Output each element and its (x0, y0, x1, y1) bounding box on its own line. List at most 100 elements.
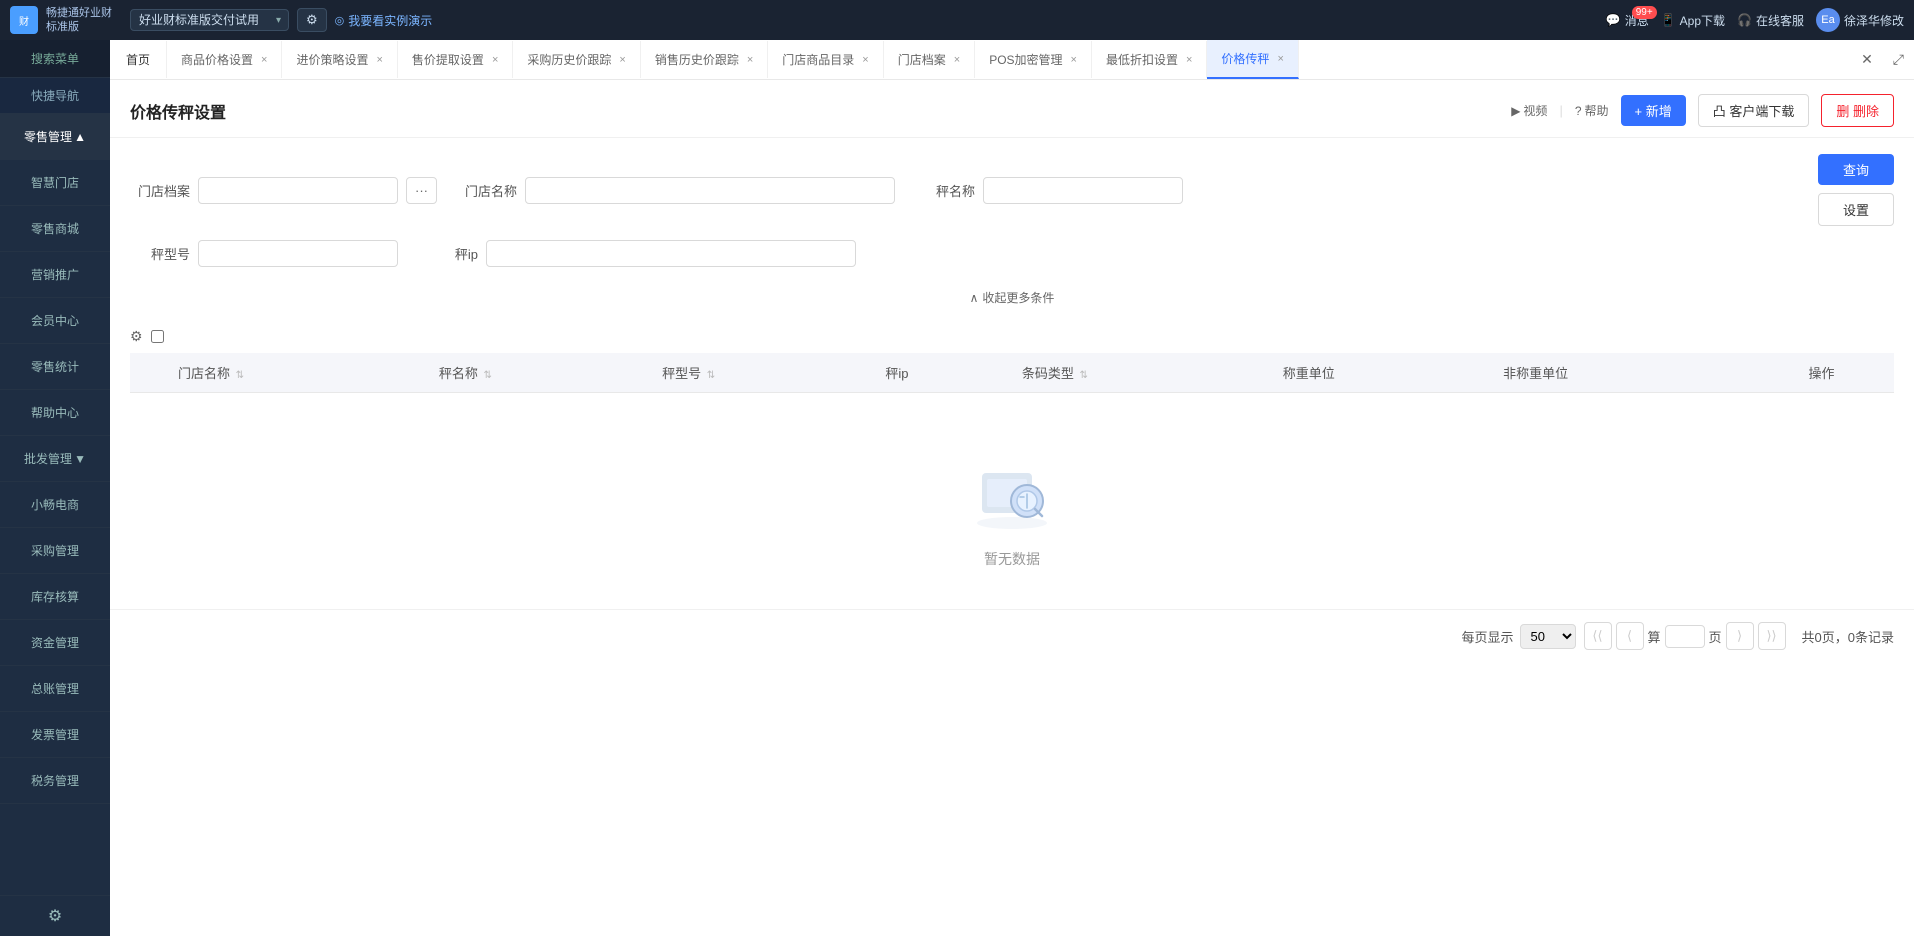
sidebar-item-xiaochangec[interactable]: 小畅电商 (0, 482, 110, 528)
page-total: 共0页，0条记录 (1802, 627, 1894, 646)
store-name-input[interactable] (525, 177, 895, 204)
sort-scale-name-icon[interactable]: ⇅ (484, 370, 492, 381)
tab-close-purchase-history[interactable]: × (619, 54, 625, 66)
sidebar-settings-icon[interactable]: ⚙ (48, 908, 62, 925)
next-page-button[interactable]: ⟩ (1726, 622, 1754, 650)
th-scale-name: 秤名称 ⇅ (427, 353, 650, 393)
sidebar-item-general-ledger[interactable]: 总账管理 (0, 666, 110, 712)
avatar: Ea (1816, 8, 1840, 32)
add-button[interactable]: + 新增 (1621, 95, 1686, 126)
store-file-input[interactable] (198, 177, 398, 204)
tab-purchase-strategy[interactable]: 进价策略设置 × (282, 41, 397, 78)
table-settings-icon[interactable]: ⚙ (130, 328, 143, 345)
tab-price-transfer[interactable]: 价格传秤 × (1207, 40, 1298, 79)
version-select-wrapper[interactable]: 好业财标准版交付试用 ▾ (130, 9, 289, 31)
tab-sale-extract[interactable]: 售价提取设置 × (398, 41, 513, 78)
tab-store-file[interactable]: 门店档案 × (884, 41, 975, 78)
tab-bar-actions: ✕ ⤢ (1851, 41, 1914, 78)
scale-model-label: 秤型号 (130, 244, 190, 263)
sort-store-name-icon[interactable]: ⇅ (236, 370, 244, 381)
tab-close-price-transfer[interactable]: × (1277, 53, 1283, 65)
tab-close-min-discount[interactable]: × (1186, 54, 1192, 66)
tab-close-sale-extract[interactable]: × (492, 54, 498, 66)
store-file-label: 门店档案 (130, 181, 190, 200)
tab-close-pos-encrypt[interactable]: × (1071, 54, 1077, 66)
tab-close-store-file[interactable]: × (954, 54, 960, 66)
tab-expand-button[interactable]: ⤢ (1883, 41, 1914, 78)
page-header-actions: ▶ 视频 | ? 帮助 + 新增 凸 客户端下载 删 删除 (1511, 94, 1894, 127)
last-page-button[interactable]: ⟩⟩ (1758, 622, 1786, 650)
per-page: 每页显示 10 20 50 100 (1461, 624, 1575, 649)
scale-model-input[interactable] (198, 240, 398, 267)
filter-scale-ip: 秤ip (418, 240, 856, 267)
prev-page-button[interactable]: ⟨ (1616, 622, 1644, 650)
sidebar-item-invoice[interactable]: 发票管理 (0, 712, 110, 758)
tab-sale-history[interactable]: 销售历史价跟踪 × (641, 41, 768, 78)
tab-home[interactable]: 首页 (110, 41, 167, 78)
sidebar-item-retail-stats[interactable]: 零售统计 (0, 344, 110, 390)
tab-pos-encrypt[interactable]: POS加密管理 × (975, 41, 1092, 78)
per-page-select[interactable]: 10 20 50 100 (1520, 624, 1576, 649)
sidebar-item-member-center[interactable]: 会员中心 (0, 298, 110, 344)
tab-close-purchase-strategy[interactable]: × (376, 54, 382, 66)
sidebar-item-wholesale[interactable]: 批发管理 ▼ (0, 436, 110, 482)
tab-product-price[interactable]: 商品价格设置 × (167, 41, 282, 78)
sidebar-item-retail-management[interactable]: 零售管理 ▲ (0, 114, 110, 160)
topbar-settings-button[interactable]: ⚙ (297, 8, 327, 32)
th-operation: 操作 (1749, 353, 1894, 393)
store-name-label: 门店名称 (457, 181, 517, 200)
sidebar-search[interactable]: 搜索菜单 (0, 40, 110, 78)
help-link[interactable]: ? 帮助 (1575, 102, 1609, 119)
tab-close-store-catalog[interactable]: × (862, 54, 868, 66)
th-weight-unit: 称重单位 (1271, 353, 1491, 393)
filter-scale-model: 秤型号 (130, 240, 398, 267)
sidebar-item-tax[interactable]: 税务管理 (0, 758, 110, 804)
sidebar-quick-nav[interactable]: 快捷导航 (0, 78, 110, 114)
sort-barcode-type-icon[interactable]: ⇅ (1080, 370, 1088, 381)
table-area: ⚙ 门店名称 ⇅ (110, 318, 1914, 609)
page-number-input[interactable]: 1 (1665, 625, 1705, 648)
version-select[interactable]: 好业财标准版交付试用 (130, 9, 289, 31)
tab-purchase-history[interactable]: 采购历史价跟踪 × (513, 41, 640, 78)
sidebar-item-help-center[interactable]: 帮助中心 (0, 390, 110, 436)
tab-store-catalog[interactable]: 门店商品目录 × (768, 41, 883, 78)
select-all-checkbox[interactable] (151, 330, 164, 343)
scale-ip-input[interactable] (486, 240, 856, 267)
sidebar-item-inventory[interactable]: 库存核算 (0, 574, 110, 620)
sidebar-item-retail-mall[interactable]: 零售商城 (0, 206, 110, 252)
th-scale-model: 秤型号 ⇅ (650, 353, 873, 393)
app-download-button[interactable]: 📱 App下载 (1661, 12, 1725, 29)
demo-link[interactable]: 我要看实例演示 (335, 12, 433, 29)
scale-name-input[interactable] (983, 177, 1183, 204)
settings-button[interactable]: 设置 (1818, 193, 1894, 226)
tab-close-product-price[interactable]: × (261, 54, 267, 66)
filter-scale-name: 秤名称 (915, 177, 1183, 204)
divider: | (1559, 103, 1562, 118)
delete-button[interactable]: 删 删除 (1821, 94, 1894, 127)
message-button[interactable]: 💬 消息 99+ (1606, 12, 1649, 29)
sidebar-item-finance[interactable]: 资金管理 (0, 620, 110, 666)
online-service-button[interactable]: 🎧 在线客服 (1737, 12, 1804, 29)
filter-row-2: 秤型号 秤ip (130, 240, 1894, 267)
message-icon: 💬 (1606, 13, 1621, 27)
sort-scale-model-icon[interactable]: ⇅ (707, 370, 715, 381)
filter-area: 门店档案 ··· 门店名称 秤名称 (110, 138, 1914, 318)
collapse-button[interactable]: ∧ 收起更多条件 (970, 289, 1055, 306)
user-info[interactable]: Ea 徐泽华修改 (1816, 8, 1904, 32)
sidebar-item-purchase[interactable]: 采购管理 (0, 528, 110, 574)
query-button[interactable]: 查询 (1818, 154, 1894, 185)
tab-close-all-button[interactable]: ✕ (1851, 41, 1883, 78)
tab-min-discount[interactable]: 最低折扣设置 × (1092, 41, 1207, 78)
empty-text: 暂无数据 (984, 549, 1040, 569)
sidebar: 搜索菜单 快捷导航 零售管理 ▲ 智慧门店 零售商城 营销推广 会员中心 零售统… (0, 40, 110, 936)
headset-icon: 🎧 (1737, 13, 1752, 27)
download-button[interactable]: 凸 客户端下载 (1698, 94, 1810, 127)
sidebar-item-smart-store[interactable]: 智慧门店 (0, 160, 110, 206)
table-toolbar: ⚙ (130, 318, 1894, 353)
video-link[interactable]: ▶ 视频 (1511, 102, 1547, 119)
sidebar-item-marketing[interactable]: 营销推广 (0, 252, 110, 298)
store-file-ref-button[interactable]: ··· (406, 177, 437, 204)
video-icon: ▶ (1511, 104, 1520, 118)
tab-close-sale-history[interactable]: × (747, 54, 753, 66)
first-page-button[interactable]: ⟨⟨ (1584, 622, 1612, 650)
